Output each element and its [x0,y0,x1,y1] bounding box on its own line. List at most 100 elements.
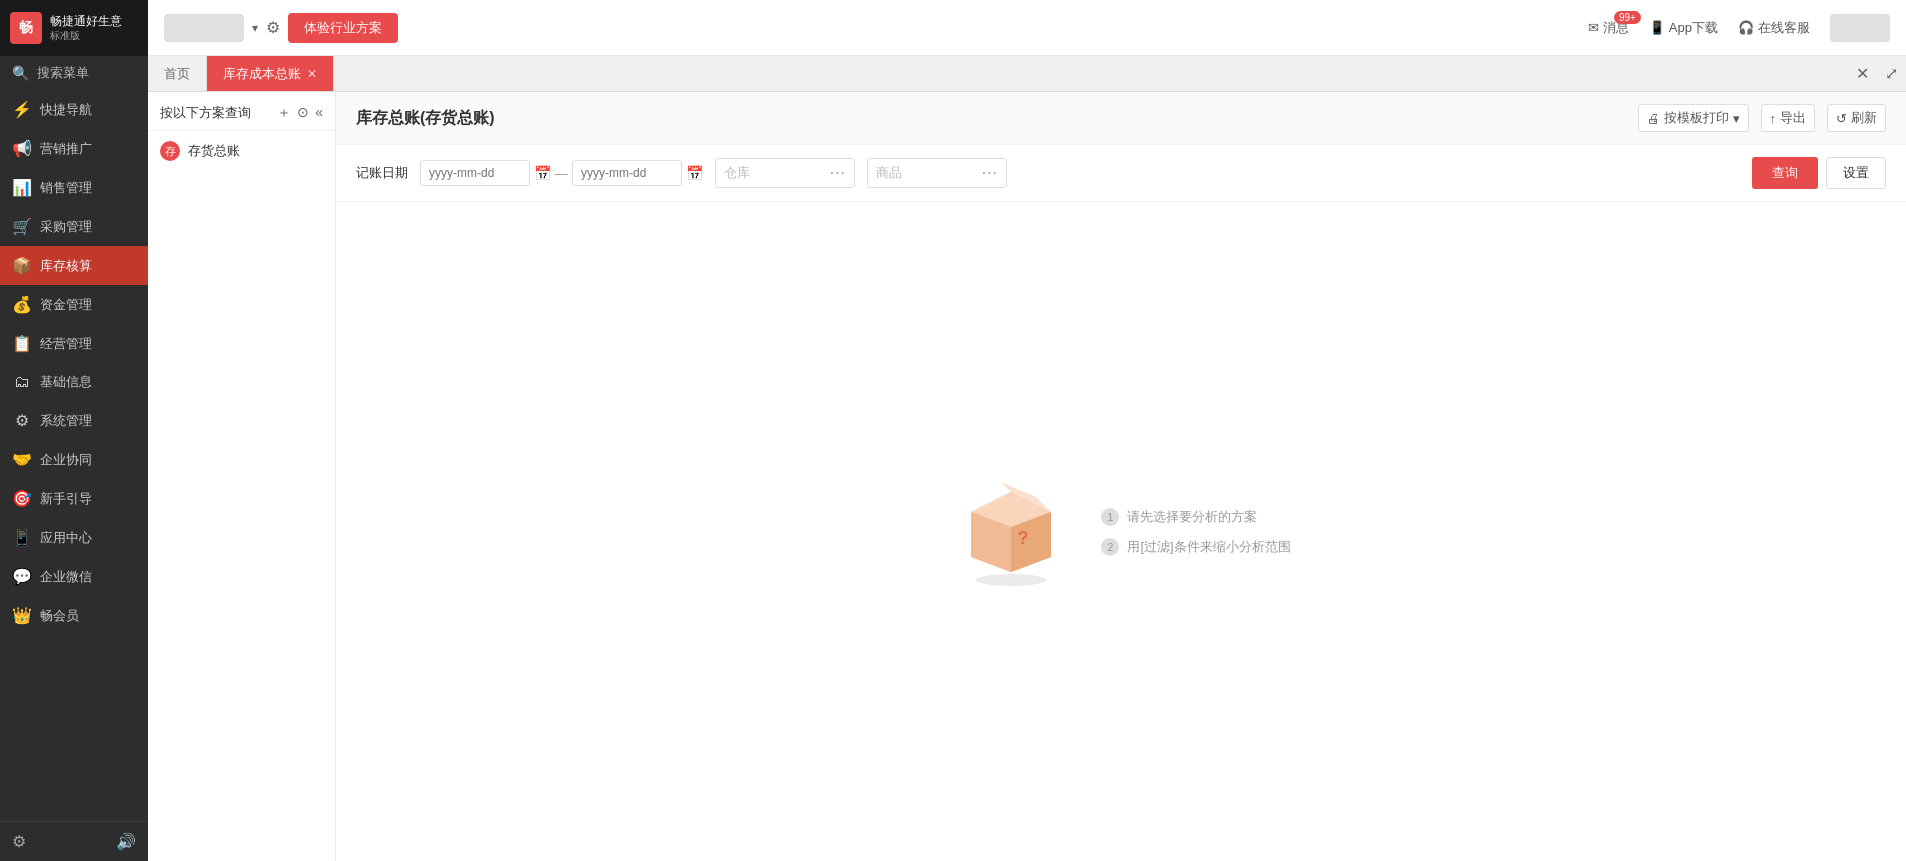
svg-point-0 [976,574,1046,586]
warehouse-dots: ··· [830,164,846,182]
print-icon: 🖨 [1647,111,1660,126]
sidebar-item-label: 企业协同 [40,451,92,469]
filter-settings-btn[interactable]: 设置 [1826,157,1886,189]
tab-home-label: 首页 [164,65,190,83]
member-icon: 👑 [12,606,32,625]
app-logo: 畅 畅捷通好生意 标准版 [0,0,148,56]
tab-home[interactable]: 首页 [148,56,207,91]
sidebar-item-guide[interactable]: 🎯 新手引导 [0,479,148,518]
topbar-left: ▾ ⚙ 体验行业方案 [164,13,398,43]
add-filter-btn[interactable]: ＋ [277,104,291,122]
page-title: 库存总账(存货总账) [356,108,495,129]
sidebar-item-label: 资金管理 [40,296,92,314]
collapse-filter-btn[interactable]: « [315,104,323,122]
sidebar-item-basic-info[interactable]: 🗂 基础信息 [0,363,148,401]
industry-btn[interactable]: 体验行业方案 [288,13,398,43]
sidebar-item-sales[interactable]: 📊 销售管理 [0,168,148,207]
empty-svg: ? [951,472,1071,592]
inventory-icon: 📦 [12,256,32,275]
sidebar-item-operations[interactable]: 📋 经营管理 [0,324,148,363]
app-name: 畅捷通好生意 [50,14,122,30]
refresh-icon: ↺ [1836,111,1847,126]
date-start-input[interactable] [420,160,530,186]
hint-num-2: 2 [1101,538,1119,556]
settings-bottom-btn[interactable]: ⚙ [12,832,26,851]
headset-icon: 🎧 [1738,20,1754,35]
page-header-actions: 🖨 按模板打印 ▾ ↑ 导出 ↺ 刷新 [1638,104,1887,132]
sidebar-item-enterprise[interactable]: 🤝 企业协同 [0,440,148,479]
message-btn[interactable]: ✉ 消息 99+ [1588,19,1629,37]
system-icon: ⚙ [12,411,32,430]
calendar-end-icon[interactable]: 📅 [686,165,703,181]
sidebar-item-wechat[interactable]: 💬 企业微信 [0,557,148,596]
topbar-dropdown-btn[interactable]: ▾ [252,21,258,35]
sidebar-item-quick-nav[interactable]: ⚡ 快捷导航 [0,90,148,129]
online-service-btn[interactable]: 🎧 在线客服 [1738,19,1810,37]
product-dots: ··· [982,164,998,182]
sidebar-item-label: 系统管理 [40,412,92,430]
sidebar-item-finance[interactable]: 💰 资金管理 [0,285,148,324]
sidebar-item-label: 畅会员 [40,607,79,625]
topbar-settings-btn[interactable]: ⚙ [266,18,280,37]
warehouse-select[interactable]: 仓库 ··· [715,158,855,188]
hint-text-1: 请先选择要分析的方案 [1127,508,1257,526]
sidebar-item-label: 销售管理 [40,179,92,197]
app-center-icon: 📱 [12,528,32,547]
sidebar: 畅 畅捷通好生意 标准版 🔍 搜索菜单 ⚡ 快捷导航 📢 营销推广 📊 销售管理… [0,0,148,861]
app-download-btn[interactable]: 📱 App下载 [1649,19,1718,37]
message-icon: ✉ [1588,20,1599,35]
sidebar-item-system[interactable]: ⚙ 系统管理 [0,401,148,440]
view-close-btn[interactable]: ✕ [1848,64,1877,83]
sidebar-item-purchase[interactable]: 🛒 采购管理 [0,207,148,246]
filter-inventory-ledger[interactable]: 存 存货总账 [148,131,335,171]
calendar-start-icon[interactable]: 📅 [534,165,551,181]
print-dropdown-icon[interactable]: ▾ [1733,111,1740,126]
date-range-wrap: 📅 — 📅 [420,160,703,186]
sidebar-item-label: 应用中心 [40,529,92,547]
filter-item-icon: 存 [160,141,180,161]
sidebar-menu: ⚡ 快捷导航 📢 营销推广 📊 销售管理 🛒 采购管理 📦 库存核算 💰 资金管… [0,90,148,821]
product-select[interactable]: 商品 ··· [867,158,1007,188]
sidebar-item-app-center[interactable]: 📱 应用中心 [0,518,148,557]
filter-panel-header: 按以下方案查询 ＋ ⊙ « [148,92,335,131]
empty-hints: 1 请先选择要分析的方案 2 用[过滤]条件来缩小分析范围 [1101,508,1290,556]
sidebar-item-label: 营销推广 [40,140,92,158]
user-avatar[interactable] [1830,14,1890,42]
export-icon: ↑ [1770,111,1777,126]
hint-text-2: 用[过滤]条件来缩小分析范围 [1127,538,1290,556]
tab-inventory-cost[interactable]: 库存成本总账 ✕ [207,56,334,91]
tabs-bar: 首页 库存成本总账 ✕ ✕ ⤢ [148,56,1906,92]
tab-close-btn[interactable]: ✕ [307,67,317,81]
topbar-right: ✉ 消息 99+ 📱 App下载 🎧 在线客服 [1588,14,1890,42]
audio-bottom-btn[interactable]: 🔊 [116,832,136,851]
finance-icon: 💰 [12,295,32,314]
sidebar-item-label: 基础信息 [40,373,92,391]
sidebar-search-item[interactable]: 🔍 搜索菜单 [0,56,148,90]
view-expand-btn[interactable]: ⤢ [1877,64,1906,83]
filter-panel: 按以下方案查询 ＋ ⊙ « 存 存货总账 [148,92,336,861]
online-service-label: 在线客服 [1758,19,1810,37]
sales-icon: 📊 [12,178,32,197]
date-end-input[interactable] [572,160,682,186]
settings-filter-btn[interactable]: ⊙ [297,104,309,122]
sidebar-item-member[interactable]: 👑 畅会员 [0,596,148,635]
filter-row: 记账日期 📅 — 📅 仓库 ··· 商品 ··· 查询 [336,145,1906,202]
sidebar-item-label: 快捷导航 [40,101,92,119]
app-download-label: App下载 [1669,19,1718,37]
print-template-btn[interactable]: 🖨 按模板打印 ▾ [1638,104,1749,132]
export-btn[interactable]: ↑ 导出 [1761,104,1816,132]
content-area: 按以下方案查询 ＋ ⊙ « 存 存货总账 库存总账(存货总账) 🖨 [148,92,1906,861]
refresh-btn[interactable]: ↺ 刷新 [1827,104,1886,132]
marketing-icon: 📢 [12,139,32,158]
sidebar-item-marketing[interactable]: 📢 营销推广 [0,129,148,168]
search-btn[interactable]: 查询 [1752,157,1818,189]
wechat-icon: 💬 [12,567,32,586]
sidebar-item-inventory[interactable]: 📦 库存核算 [0,246,148,285]
search-icon: 🔍 [12,65,29,81]
export-label: 导出 [1780,109,1806,127]
svg-text:?: ? [1018,528,1029,548]
purchase-icon: 🛒 [12,217,32,236]
message-badge: 99+ [1614,11,1641,24]
enterprise-icon: 🤝 [12,450,32,469]
tab-inventory-cost-label: 库存成本总账 [223,65,301,83]
